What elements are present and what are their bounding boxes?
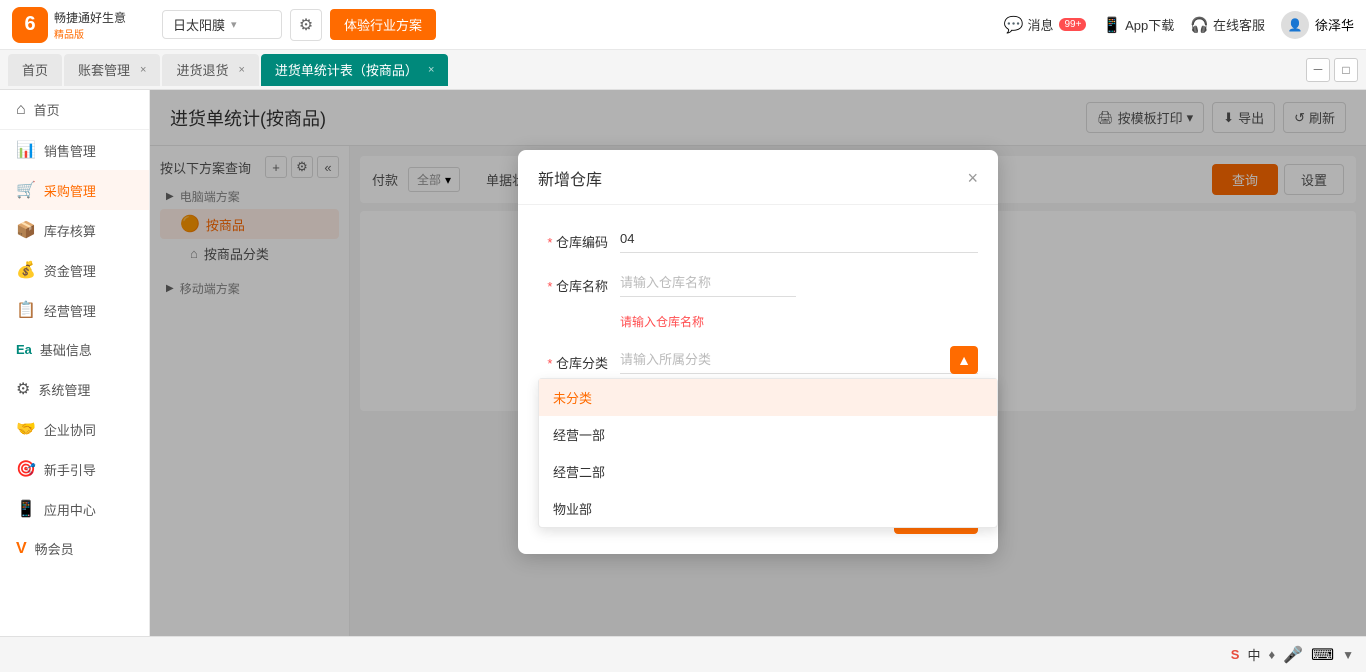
dialog-overlay: 新增仓库 × 仓库编码 仓库名称 [150,90,1366,636]
online-service-button[interactable]: 🎧 在线客服 [1190,15,1265,34]
operations-icon: 📋 [16,300,36,320]
add-warehouse-dialog: 新增仓库 × 仓库编码 仓库名称 [518,150,998,554]
name-row: 仓库名称 请输入仓库名称 [538,269,978,330]
tab-actions: － □ [1306,58,1358,82]
tab-close-icon[interactable]: × [428,64,434,76]
dialog-body: 仓库编码 仓库名称 请输入仓库名称 [518,205,998,486]
sidebar-item-operations[interactable]: 📋 经营管理 [0,290,149,330]
sidebar-item-basic-info[interactable]: Ea 基础信息 [0,330,149,369]
apps-icon: 📱 [16,499,36,519]
code-label: 仓库编码 [538,225,608,251]
sidebar-item-finance[interactable]: 💰 资金管理 [0,250,149,290]
tab-close-icon[interactable]: × [238,64,244,76]
category-toggle-button[interactable]: ▲ [950,346,978,374]
vip-icon: V [16,540,27,558]
code-row: 仓库编码 [538,225,978,253]
tab-home[interactable]: 首页 [8,54,62,86]
app-download-button[interactable]: 📱 App下载 [1102,15,1174,34]
sidebar-item-guide[interactable]: 🎯 新手引导 [0,449,149,489]
sidebar-item-home[interactable]: ⌂ 首页 [0,90,149,129]
category-input[interactable] [620,346,978,374]
tab-maximize-button[interactable]: □ [1334,58,1358,82]
microphone-icon[interactable]: 🎤 [1283,645,1303,665]
tab-account[interactable]: 账套管理 × [64,54,160,86]
system-icon: ⚙ [16,379,30,399]
tab-minimize-button[interactable]: － [1306,58,1330,82]
logo-area: 6 畅捷通好生意 精品版 [12,7,162,43]
logo-text: 畅捷通好生意 精品版 [54,9,126,41]
sidebar-item-purchase[interactable]: 🛒 采购管理 [0,170,149,210]
name-label: 仓库名称 [538,269,608,295]
dropdown-item-dept2[interactable]: 经营二部 [539,453,997,490]
name-error-message: 请输入仓库名称 [620,313,704,330]
guide-icon: 🎯 [16,459,36,479]
content-area: 进货单统计(按商品) 🖨 按模板打印 ▾ ⬇ 导出 ↺ 刷新 [150,90,1366,636]
dialog-close-button[interactable]: × [967,168,978,189]
category-dropdown: 未分类 经营一部 经营二部 物业部 [538,378,998,528]
brand-logo: S [1231,647,1240,662]
chevron-down-icon[interactable]: ▼ [1342,648,1354,662]
home-icon: ⌂ [16,101,26,119]
app-logo-icon: 6 [12,7,48,43]
notifications-button[interactable]: 💬 消息 99+ [1004,15,1087,35]
trial-button[interactable]: 体验行业方案 [330,9,436,40]
dropdown-item-dept3[interactable]: 物业部 [539,490,997,527]
header-center: 日太阳膜 ▾ ⚙ 体验行业方案 [162,9,1004,41]
notification-badge: 99+ [1059,18,1086,31]
inventory-icon: 📦 [16,220,36,240]
basic-info-icon: Ea [16,342,32,357]
sidebar-item-inventory[interactable]: 📦 库存核算 [0,210,149,250]
sidebar-item-vip[interactable]: V 畅会员 [0,529,149,568]
user-menu[interactable]: 👤 徐泽华 [1281,11,1354,39]
tab-purchase-return[interactable]: 进货退货 × [162,54,258,86]
store-selector[interactable]: 日太阳膜 ▾ [162,10,282,39]
sidebar-item-enterprise[interactable]: 🤝 企业协同 [0,409,149,449]
main-layout: ⌂ 首页 📊 销售管理 🛒 采购管理 📦 库存核算 💰 资金管理 📋 经营管理 … [0,90,1366,636]
tab-close-icon[interactable]: × [140,64,146,76]
sidebar-item-apps[interactable]: 📱 应用中心 [0,489,149,529]
enterprise-icon: 🤝 [16,419,36,439]
category-label: 仓库分类 [538,346,608,372]
dropdown-item-dept1[interactable]: 经营一部 [539,416,997,453]
chinese-icon[interactable]: 中 [1247,645,1260,664]
name-input[interactable] [620,269,796,297]
dialog-header: 新增仓库 × [518,150,998,205]
dropdown-item-uncategorized[interactable]: 未分类 [539,379,997,416]
code-input[interactable] [620,225,978,253]
sidebar: ⌂ 首页 📊 销售管理 🛒 采购管理 📦 库存核算 💰 资金管理 📋 经营管理 … [0,90,150,636]
avatar: 👤 [1281,11,1309,39]
sidebar-item-sales[interactable]: 📊 销售管理 [0,130,149,170]
category-row: 仓库分类 ▲ 未分类 经营一部 经营二部 物业部 [538,346,978,374]
tab-bar: 首页 账套管理 × 进货退货 × 进货单统计表（按商品） × － □ [0,50,1366,90]
dialog-title: 新增仓库 [538,166,602,190]
tab-purchase-stat[interactable]: 进货单统计表（按商品） × [261,54,448,86]
sales-icon: 📊 [16,140,36,160]
settings-icon[interactable]: ⚙ [290,9,322,41]
top-header: 6 畅捷通好生意 精品版 日太阳膜 ▾ ⚙ 体验行业方案 💬 消息 99+ 📱 … [0,0,1366,50]
dot-icon[interactable]: ♦ [1268,647,1275,662]
category-wrap: ▲ 未分类 经营一部 经营二部 物业部 [620,346,978,374]
bottom-bar: S 中 ♦ 🎤 ⌨ ▼ [0,636,1366,672]
purchase-icon: 🛒 [16,180,36,200]
header-right: 💬 消息 99+ 📱 App下载 🎧 在线客服 👤 徐泽华 [1004,11,1354,39]
keyboard-icon[interactable]: ⌨ [1311,645,1334,665]
finance-icon: 💰 [16,260,36,280]
sidebar-item-system[interactable]: ⚙ 系统管理 [0,369,149,409]
